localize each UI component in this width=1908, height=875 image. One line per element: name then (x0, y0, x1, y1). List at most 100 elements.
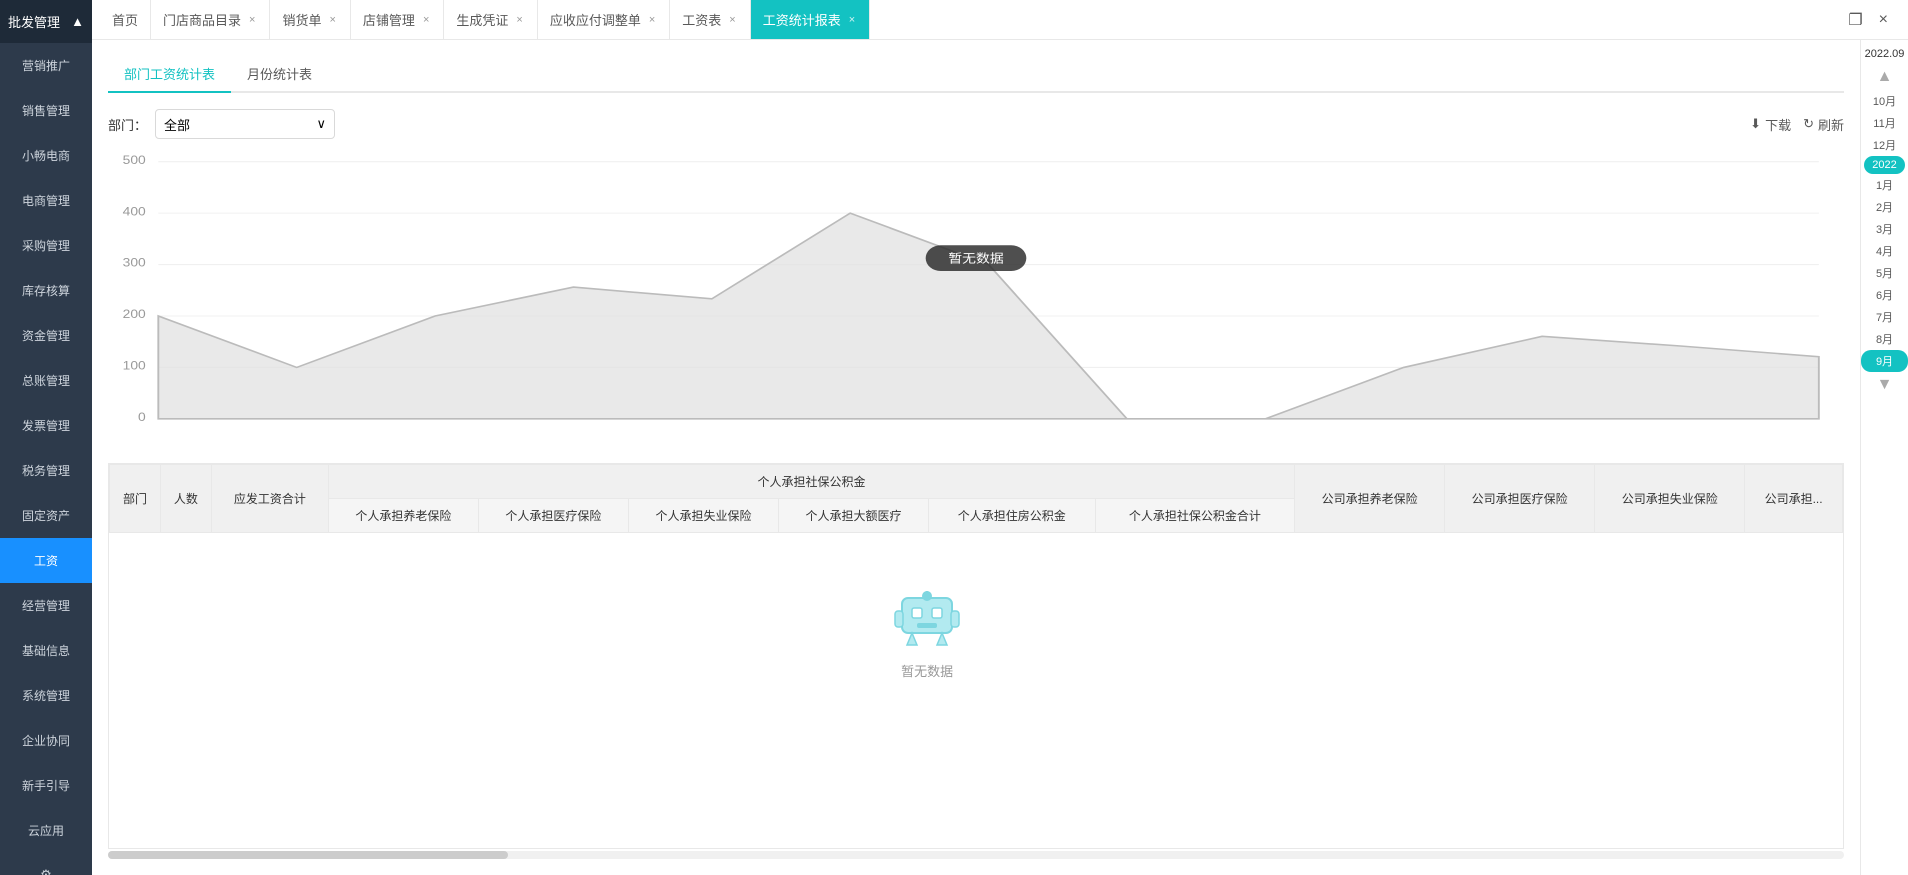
table-container[interactable]: 部门 人数 应发工资合计 个人承担社保公积金 公司承担养老保险 公司承担医疗保险… (108, 463, 1844, 849)
timeline-month-9[interactable]: 9月 (1861, 350, 1908, 372)
tab-store-catalog[interactable]: 门店商品目录× (151, 0, 270, 40)
sidebar-item-xiaoshou[interactable]: 销售管理 (0, 88, 92, 133)
tab-close-sales-order[interactable]: × (327, 13, 337, 27)
sidebar-item-zhongzhanggauli[interactable]: 总账管理 (0, 358, 92, 403)
download-button[interactable]: ⬇ 下载 (1750, 115, 1791, 134)
tab-list: 首页门店商品目录×销货单×店铺管理×生成凭证×应收应付调整单×工资表×工资统计报… (100, 0, 870, 40)
timeline-month-1[interactable]: 1月 (1861, 174, 1908, 196)
tab-home[interactable]: 首页 (100, 0, 151, 40)
tab-label-receivable: 应收应付调整单 (550, 10, 641, 29)
tab-produce-voucher[interactable]: 生成凭证× (444, 0, 537, 40)
tab-close-payroll[interactable]: × (727, 13, 737, 27)
scroll-thumb[interactable] (108, 851, 508, 859)
tab-payroll-report[interactable]: 工资统计报表 × (751, 0, 870, 40)
content-area: 部门工资统计表月份统计表 部门： 全部 ∨ ⬇ 下载 ↻ (92, 40, 1908, 875)
svg-text:0: 0 (138, 410, 146, 424)
close-window-button[interactable]: × (1875, 9, 1892, 31)
svg-text:300: 300 (123, 256, 146, 270)
timeline-month-11[interactable]: 11月 (1861, 112, 1908, 134)
timeline-year-2022[interactable]: 2022 (1864, 156, 1904, 174)
tab-label-payroll-report: 工资统计报表 (763, 10, 841, 29)
dept-select[interactable]: 全部 ∨ (155, 109, 335, 139)
sidebar-item-xinshouyindao[interactable]: 新手引导 (0, 763, 92, 808)
th-personal-unemployment: 个人承担失业保险 (628, 499, 778, 533)
gear-icon: ⚙ (40, 867, 52, 875)
sidebar-footer[interactable]: ⚙ (0, 853, 92, 875)
dept-filter: 部门： 全部 ∨ (108, 109, 335, 139)
sidebar-item-jichuxinxi[interactable]: 基础信息 (0, 628, 92, 673)
main-area: 首页门店商品目录×销货单×店铺管理×生成凭证×应收应付调整单×工资表×工资统计报… (92, 0, 1908, 875)
tab-label-payroll: 工资表 (682, 10, 721, 29)
tab-close-store-mgmt[interactable]: × (421, 13, 431, 27)
svg-text:暂无数据: 暂无数据 (948, 251, 1003, 265)
dept-label: 部门： (108, 115, 147, 134)
download-label: 下载 (1765, 115, 1791, 134)
sidebar-item-xiaochangdianshang[interactable]: 小畅电商 (0, 133, 92, 178)
th-personal-pension: 个人承担养老保险 (328, 499, 478, 533)
svg-text:100: 100 (123, 359, 146, 373)
no-data-text: 暂无数据 (901, 661, 953, 680)
tab-store-mgmt[interactable]: 店铺管理 × (351, 0, 444, 40)
sidebar-item-caigougauli[interactable]: 采购管理 (0, 223, 92, 268)
sidebar-title: 批发管理 (8, 12, 60, 31)
sidebar-item-fapiaogauli[interactable]: 发票管理 (0, 403, 92, 448)
timeline-month-8[interactable]: 8月 (1861, 328, 1908, 350)
sidebar-header[interactable]: 批发管理 ▲ (0, 0, 92, 43)
table-no-data-row: 暂无数据 (110, 533, 1843, 721)
chart-svg: 500 400 300 200 100 0 (108, 151, 1844, 451)
th-company-more: 公司承担... (1745, 465, 1843, 533)
sidebar-item-kucunhesuan[interactable]: 库存核算 (0, 268, 92, 313)
sidebar-toggle-icon: ▲ (71, 14, 84, 29)
th-salary: 应发工资合计 (211, 465, 328, 533)
sidebar-item-ziijingauli[interactable]: 资金管理 (0, 313, 92, 358)
tab-close-receivable[interactable]: × (647, 13, 657, 27)
tab-label-sales-order: 销货单 (282, 10, 321, 29)
th-personal-medical: 个人承担医疗保险 (478, 499, 628, 533)
timeline-month-4[interactable]: 4月 (1861, 240, 1908, 262)
th-company-pension: 公司承担养老保险 (1295, 465, 1445, 533)
table-scroll-bar[interactable] (108, 851, 1844, 859)
svg-text:200: 200 (123, 307, 146, 321)
tab-sales-order[interactable]: 销货单 × (270, 0, 350, 40)
sidebar-item-gudingzichan[interactable]: 固定资产 (0, 493, 92, 538)
sub-tab-month-stat[interactable]: 月份统计表 (231, 56, 328, 93)
download-icon: ⬇ (1750, 116, 1761, 132)
timeline-month-10-2021[interactable]: 10月 (1861, 90, 1908, 112)
th-personal-bigmedical: 个人承担大额医疗 (778, 499, 928, 533)
salary-table: 部门 人数 应发工资合计 个人承担社保公积金 公司承担养老保险 公司承担医疗保险… (109, 464, 1843, 720)
timeline-month-7[interactable]: 7月 (1861, 306, 1908, 328)
timeline-month-3[interactable]: 3月 (1861, 218, 1908, 240)
chevron-down-icon: ∨ (317, 116, 327, 132)
page-content: 部门工资统计表月份统计表 部门： 全部 ∨ ⬇ 下载 ↻ (92, 40, 1860, 875)
sidebar-item-yingxiao[interactable]: 营销推广 (0, 43, 92, 88)
refresh-button[interactable]: ↻ 刷新 (1803, 115, 1844, 134)
tab-label-store-mgmt: 店铺管理 (363, 10, 415, 29)
toolbar-row: 部门： 全部 ∨ ⬇ 下载 ↻ 刷新 (108, 109, 1844, 139)
timeline-month-5[interactable]: 5月 (1861, 262, 1908, 284)
timeline-month-12[interactable]: 12月 (1861, 134, 1908, 156)
tab-close-store-catalog[interactable]: × (247, 13, 257, 27)
sidebar-item-dianshanggauli[interactable]: 电商管理 (0, 178, 92, 223)
sidebar-item-xitong[interactable]: 系统管理 (0, 673, 92, 718)
sidebar-item-jingying[interactable]: 经营管理 (0, 583, 92, 628)
timeline-panel: 2022.09 ▲ 10月 11月 12月 2022 1月 2月 3月 4月 5… (1860, 40, 1908, 875)
sub-tab-dept-stat[interactable]: 部门工资统计表 (108, 56, 231, 93)
tab-close-payroll-report[interactable]: × (847, 13, 857, 27)
tab-receivable[interactable]: 应收应付调整单 × (538, 0, 670, 40)
tab-close-produce-voucher[interactable]: × (514, 13, 524, 27)
sidebar-item-yunyingyong[interactable]: 云应用 (0, 808, 92, 853)
refresh-label: 刷新 (1818, 115, 1844, 134)
timeline-down-button[interactable]: ▼ (1873, 372, 1897, 398)
th-company-unemployment: 公司承担失业保险 (1595, 465, 1745, 533)
timeline-up-button[interactable]: ▲ (1873, 64, 1897, 90)
tab-bar: 首页门店商品目录×销货单×店铺管理×生成凭证×应收应付调整单×工资表×工资统计报… (92, 0, 1908, 40)
th-dept: 部门 (110, 465, 161, 533)
no-data-icon (887, 573, 967, 653)
tab-payroll[interactable]: 工资表 × (670, 0, 750, 40)
sidebar-item-qiyexietong[interactable]: 企业协同 (0, 718, 92, 763)
sidebar-item-shuiwugauli[interactable]: 税务管理 (0, 448, 92, 493)
restore-window-button[interactable]: ❐ (1844, 8, 1866, 32)
sidebar-item-gongzi[interactable]: 工资 (0, 538, 92, 583)
timeline-month-2[interactable]: 2月 (1861, 196, 1908, 218)
timeline-month-6[interactable]: 6月 (1861, 284, 1908, 306)
